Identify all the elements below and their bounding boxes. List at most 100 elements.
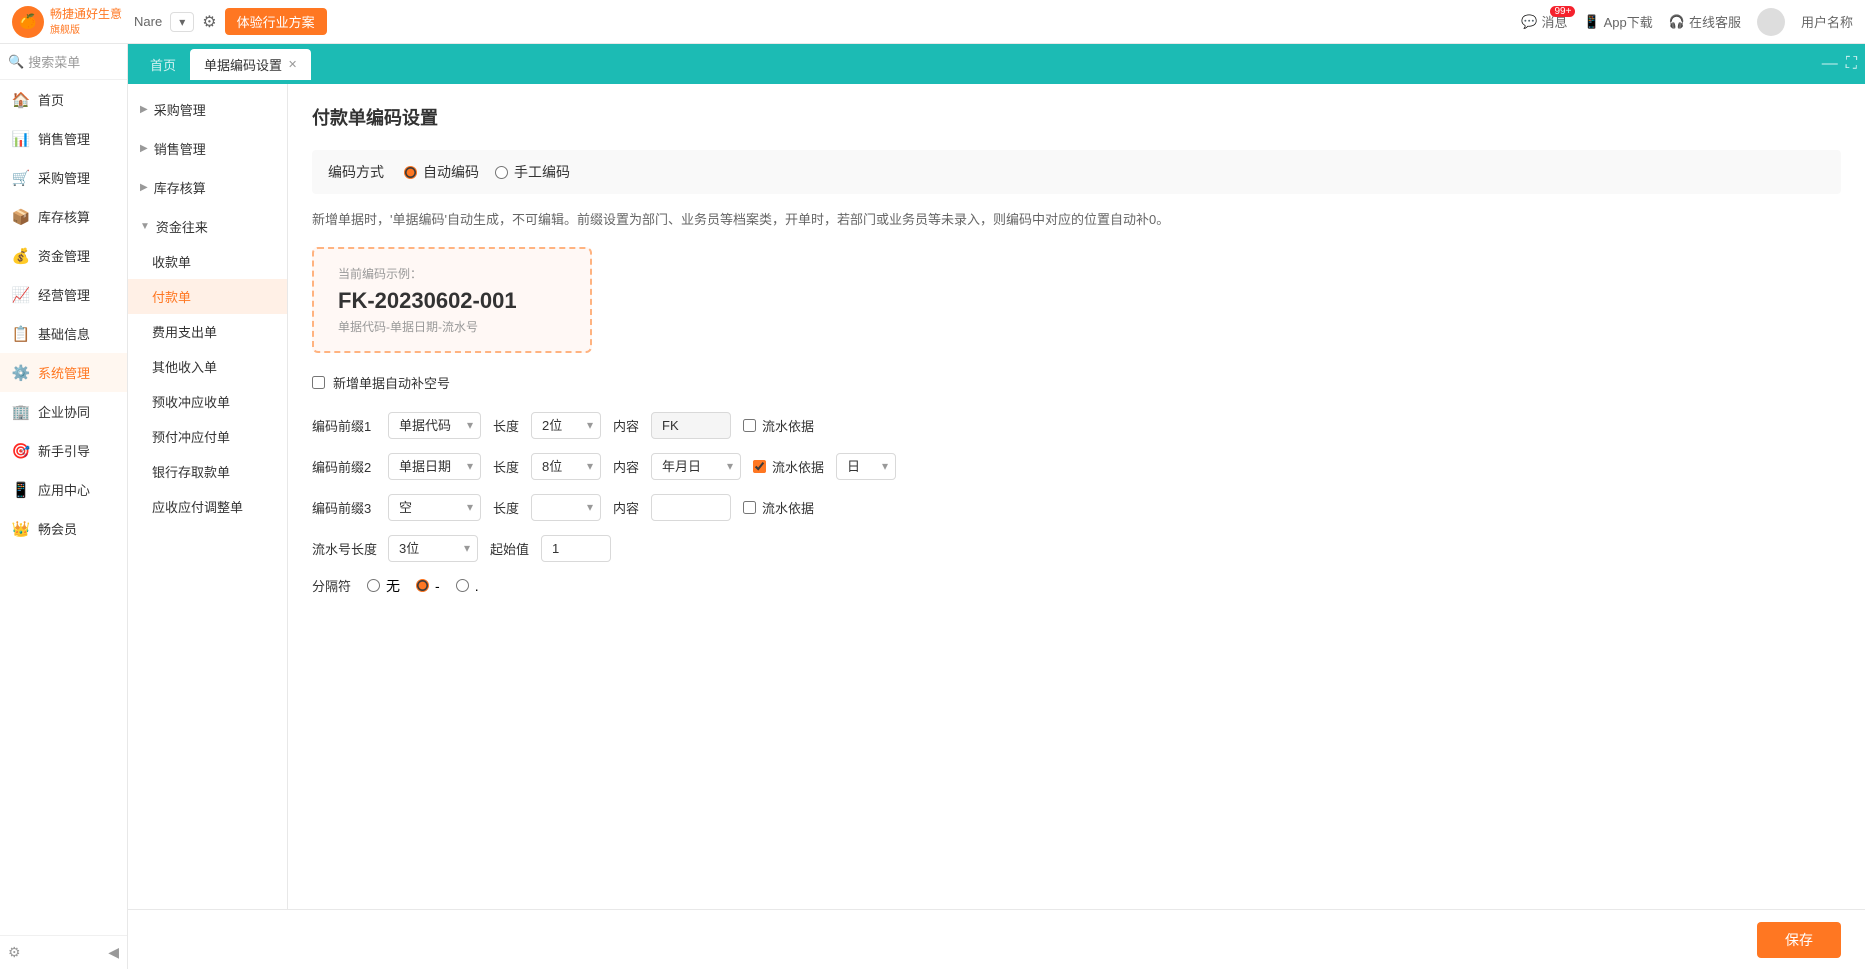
sidebar-item-home[interactable]: 🏠 首页 — [0, 80, 127, 119]
length3-select[interactable] — [531, 494, 601, 521]
tab-maximize-button[interactable]: ⛶ — [1846, 55, 1857, 73]
content3-input[interactable] — [651, 494, 731, 521]
sidebar-label-purchase: 采购管理 — [38, 168, 90, 187]
dropdown-button[interactable]: ▾ — [170, 12, 194, 32]
sidebar-item-capital[interactable]: 💰 资金管理 — [0, 236, 127, 275]
sidebar-item-system[interactable]: ⚙️ 系统管理 — [0, 353, 127, 392]
sub-item-prepay-pay[interactable]: 预付冲应付单 — [128, 419, 287, 454]
sidebar-label-basic: 基础信息 — [38, 324, 90, 343]
sidebar-item-newbie[interactable]: 🎯 新手引导 — [0, 431, 127, 470]
sidebar-label-capital: 资金管理 — [38, 246, 90, 265]
sidebar-item-basic[interactable]: 📋 基础信息 — [0, 314, 127, 353]
separator-none-radio[interactable] — [367, 579, 380, 592]
separator-dot-option[interactable]: . — [456, 578, 479, 594]
day-select[interactable]: 日 月 年 — [836, 453, 896, 480]
sub-group-inventory-title[interactable]: ▶ 库存核算 — [128, 170, 287, 205]
start-value-input[interactable] — [541, 535, 611, 562]
prefix2-select[interactable]: 单据日期 单据代码 空 — [388, 453, 481, 480]
serial1-checkbox[interactable] — [743, 419, 756, 432]
auto-fill-checkbox[interactable] — [312, 376, 325, 389]
prefix1-select[interactable]: 单据代码 单据日期 空 部门 业务员 — [388, 412, 481, 439]
sub-item-payment[interactable]: 付款单 — [128, 279, 287, 314]
content1-input[interactable] — [651, 412, 731, 439]
serial3-label: 流水依据 — [762, 498, 814, 517]
sub-item-prepay-recv[interactable]: 预收冲应收单 — [128, 384, 287, 419]
footer-collapse-button[interactable]: ◀ — [108, 944, 119, 961]
online-service-button[interactable]: 🎧 在线客服 — [1669, 12, 1741, 31]
manual-code-option[interactable]: 手工编码 — [495, 162, 570, 182]
capital-icon: 💰 — [12, 247, 30, 265]
sub-item-receivable-adjust[interactable]: 应收应付调整单 — [128, 489, 287, 524]
content3-label: 内容 — [613, 498, 639, 517]
separator-dash-label: - — [435, 578, 440, 594]
tab-serial-setting[interactable]: 单据编码设置 ✕ — [190, 49, 311, 80]
manual-code-label: 手工编码 — [514, 162, 570, 182]
separator-dot-radio[interactable] — [456, 579, 469, 592]
sidebar-item-sales[interactable]: 📊 销售管理 — [0, 119, 127, 158]
sidebar-label-newbie: 新手引导 — [38, 441, 90, 460]
auto-code-option[interactable]: 自动编码 — [404, 162, 479, 182]
app-icon: 📱 — [12, 481, 30, 499]
industry-button[interactable]: 体验行业方案 — [225, 8, 327, 35]
save-button[interactable]: 保存 — [1757, 922, 1841, 958]
tab-home[interactable]: 首页 — [136, 49, 190, 80]
tab-home-label: 首页 — [150, 55, 176, 74]
footer-settings-button[interactable]: ⚙ — [8, 944, 21, 961]
auto-code-radio[interactable] — [404, 166, 417, 179]
user-avatar[interactable] — [1757, 8, 1785, 36]
sub-item-other-income[interactable]: 其他收入单 — [128, 349, 287, 384]
start-value-label: 起始值 — [490, 539, 529, 558]
sidebar-item-enterprise[interactable]: 🏢 企业协同 — [0, 392, 127, 431]
sub-item-receipt[interactable]: 收款单 — [128, 244, 287, 279]
manual-code-radio[interactable] — [495, 166, 508, 179]
sidebar-item-purchase[interactable]: 🛒 采购管理 — [0, 158, 127, 197]
operation-icon: 📈 — [12, 286, 30, 304]
page-title: 付款单编码设置 — [312, 104, 1841, 130]
prefix1-select-wrapper: 单据代码 单据日期 空 部门 业务员 — [388, 412, 481, 439]
sidebar-item-inventory[interactable]: 📦 库存核算 — [0, 197, 127, 236]
sn-length-select[interactable]: 3位 1位 2位 4位 5位 — [388, 535, 478, 562]
tab-minimize-button[interactable]: — — [1822, 55, 1838, 73]
basic-icon: 📋 — [12, 325, 30, 343]
encoding-label: 编码方式 — [328, 162, 384, 182]
sub-group-capital-title[interactable]: ▼ 资金往来 — [128, 209, 287, 244]
message-button[interactable]: 💬 消息 99+ — [1521, 12, 1567, 31]
length2-select[interactable]: 8位 4位 6位 — [531, 453, 601, 480]
separator-label: 分隔符 — [312, 576, 351, 595]
auto-fill-label: 新增单据自动补空号 — [333, 373, 450, 392]
serial3-checkbox[interactable] — [743, 501, 756, 514]
sub-item-bank-deposit[interactable]: 银行存取款单 — [128, 454, 287, 489]
logo-text: 畅捷通好生意 — [50, 7, 122, 21]
preview-code: FK-20230602-001 — [338, 288, 566, 314]
gear-button[interactable]: ⚙ — [202, 12, 216, 32]
app-download-button[interactable]: 📱 App下载 — [1583, 12, 1652, 31]
sidebar-item-member[interactable]: 👑 畅会员 — [0, 509, 127, 548]
sidebar-item-operation[interactable]: 📈 经营管理 — [0, 275, 127, 314]
download-icon: 📱 — [1583, 14, 1599, 30]
serial1-checkbox-label[interactable]: 流水依据 — [743, 416, 814, 435]
sidebar-search[interactable]: 🔍 搜索菜单 — [0, 44, 127, 80]
prefix3-select-wrapper: 空 单据代码 单据日期 — [388, 494, 481, 521]
serial2-checkbox[interactable] — [753, 460, 766, 473]
sub-group-purchase-title[interactable]: ▶ 采购管理 — [128, 92, 287, 127]
prefix3-select[interactable]: 空 单据代码 单据日期 — [388, 494, 481, 521]
serial2-checkbox-label[interactable]: 流水依据 — [753, 457, 824, 476]
sidebar-item-app[interactable]: 📱 应用中心 — [0, 470, 127, 509]
home-icon: 🏠 — [12, 91, 30, 109]
separator-none-option[interactable]: 无 — [367, 576, 400, 596]
auto-fill-row[interactable]: 新增单据自动补空号 — [312, 373, 1841, 392]
tab-close-icon[interactable]: ✕ — [288, 58, 297, 71]
separator-dash-option[interactable]: - — [416, 578, 440, 594]
encoding-radio-group: 自动编码 手工编码 — [404, 162, 570, 182]
content2-select[interactable]: 年月日 年月 年 — [651, 453, 741, 480]
sub-group-inventory-label: 库存核算 — [154, 178, 206, 197]
separator-dash-radio[interactable] — [416, 579, 429, 592]
sub-group-sales-title[interactable]: ▶ 销售管理 — [128, 131, 287, 166]
tab-expand: — ⛶ — [1822, 55, 1857, 73]
sidebar-label-operation: 经营管理 — [38, 285, 90, 304]
sub-item-expense[interactable]: 费用支出单 — [128, 314, 287, 349]
content2-label: 内容 — [613, 457, 639, 476]
length1-select[interactable]: 2位 1位 3位 — [531, 412, 601, 439]
serial3-checkbox-label[interactable]: 流水依据 — [743, 498, 814, 517]
length3-select-wrapper — [531, 494, 601, 521]
